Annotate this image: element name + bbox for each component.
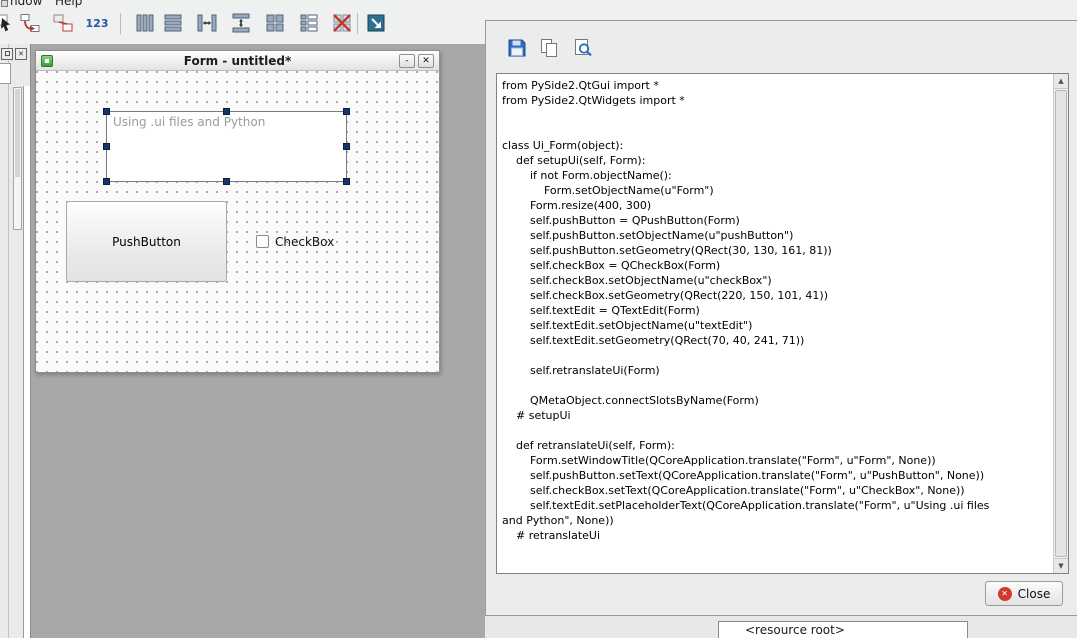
scrollbar-thumb[interactable]: [1055, 90, 1067, 557]
dock-float-icon[interactable]: [1, 48, 13, 60]
code-view-frame: from PySide2.QtGui import * from PySide2…: [496, 73, 1069, 574]
pushbutton-widget[interactable]: PushButton: [66, 201, 227, 282]
rows-icon: [162, 12, 184, 34]
selection-handle[interactable]: [103, 178, 110, 185]
widget-box-scrollbar[interactable]: [13, 87, 22, 230]
magnifier-icon: [572, 37, 594, 59]
scroll-up-icon[interactable]: ▲: [1054, 74, 1068, 89]
scroll-down-icon[interactable]: ▼: [1054, 558, 1068, 573]
selection-handle[interactable]: [223, 178, 230, 185]
float-glyph: [5, 51, 10, 56]
form-editor-window: Form - untitled* - ✕ Using .ui files and…: [35, 50, 440, 373]
textedit-widget[interactable]: Using .ui files and Python: [106, 111, 347, 182]
floppy-icon: [506, 37, 528, 59]
edit-widgets-icon[interactable]: [0, 10, 16, 36]
close-badge-icon: ✕: [998, 587, 1012, 601]
grid-icon: [264, 12, 286, 34]
minimize-button[interactable]: -: [399, 54, 415, 68]
selection-handle[interactable]: [343, 143, 350, 150]
python-code-dialog: from PySide2.QtGui import * from PySide2…: [485, 20, 1077, 616]
h-splitter-icon: [196, 12, 218, 34]
tab-order-icon[interactable]: 123: [84, 10, 110, 36]
layout-horizontal-icon[interactable]: [132, 10, 158, 36]
selection-handle[interactable]: [103, 143, 110, 150]
buddy-link-icon: [52, 12, 74, 34]
resize-icon: [365, 12, 387, 34]
cursor-icon: [0, 12, 14, 34]
layout-form-icon[interactable]: [296, 10, 322, 36]
form-canvas[interactable]: Using .ui files and Python PushButton Ch…: [36, 71, 439, 372]
menu-fragment-icon: [1, 0, 8, 7]
textedit-placeholder: Using .ui files and Python: [107, 112, 346, 132]
break-layout-glyph: [331, 12, 353, 34]
toolbar-separator: [357, 13, 358, 34]
code-text[interactable]: from PySide2.QtGui import * from PySide2…: [497, 74, 1052, 573]
selection-handle[interactable]: [223, 108, 230, 115]
close-dialog-button[interactable]: ✕ Close: [985, 581, 1063, 606]
widget-box-list[interactable]: [23, 86, 30, 638]
pages-icon: [538, 37, 560, 59]
find-icon[interactable]: [570, 35, 596, 61]
layout-vertical-icon[interactable]: [160, 10, 186, 36]
edit-signals-slots-icon[interactable]: [17, 10, 43, 36]
tab-order-glyph: 123: [86, 17, 109, 30]
splitter-horizontal-icon[interactable]: [194, 10, 220, 36]
close-button[interactable]: ✕: [418, 54, 434, 68]
selection-handle[interactable]: [103, 108, 110, 115]
scrollbar-thumb[interactable]: [15, 89, 20, 177]
toolbar-separator: [120, 13, 121, 34]
pushbutton-label: PushButton: [112, 235, 181, 249]
columns-icon: [134, 12, 156, 34]
checkbox-widget[interactable]: CheckBox: [256, 221, 357, 262]
menu-help[interactable]: Help: [55, 0, 82, 8]
dock-close-icon[interactable]: ✕: [15, 48, 27, 60]
save-icon[interactable]: [504, 35, 530, 61]
adjust-size-icon[interactable]: [363, 10, 389, 36]
v-splitter-icon: [230, 12, 252, 34]
close-button-label: Close: [1018, 587, 1051, 601]
splitter-vertical-icon[interactable]: [228, 10, 254, 36]
resource-root-item[interactable]: <resource root>: [719, 622, 967, 638]
form-layout-icon: [298, 12, 320, 34]
resource-browser-panel: <resource root>: [718, 621, 968, 638]
form-window-titlebar[interactable]: Form - untitled* - ✕: [36, 51, 439, 71]
checkbox-label: CheckBox: [275, 235, 334, 249]
panel-edge: [8, 44, 9, 638]
signal-slot-icon: [19, 12, 41, 34]
edit-buddies-icon[interactable]: [50, 10, 76, 36]
checkbox-indicator[interactable]: [256, 235, 269, 248]
selection-handle[interactable]: [343, 178, 350, 185]
break-layout-icon[interactable]: [329, 10, 355, 36]
copy-icon[interactable]: [536, 35, 562, 61]
layout-grid-icon[interactable]: [262, 10, 288, 36]
menu-window[interactable]: ndow: [10, 0, 42, 8]
selection-handle[interactable]: [343, 108, 350, 115]
qt-designer-screen: ndow Help 123: [0, 0, 1077, 638]
widget-filter-input[interactable]: [0, 63, 11, 84]
widget-box-panel: ✕: [0, 44, 30, 638]
bottom-dock-area: <resource root>: [485, 616, 1077, 638]
code-scrollbar[interactable]: ▲ ▼: [1053, 74, 1068, 573]
form-window-title: Form - untitled*: [36, 54, 439, 68]
